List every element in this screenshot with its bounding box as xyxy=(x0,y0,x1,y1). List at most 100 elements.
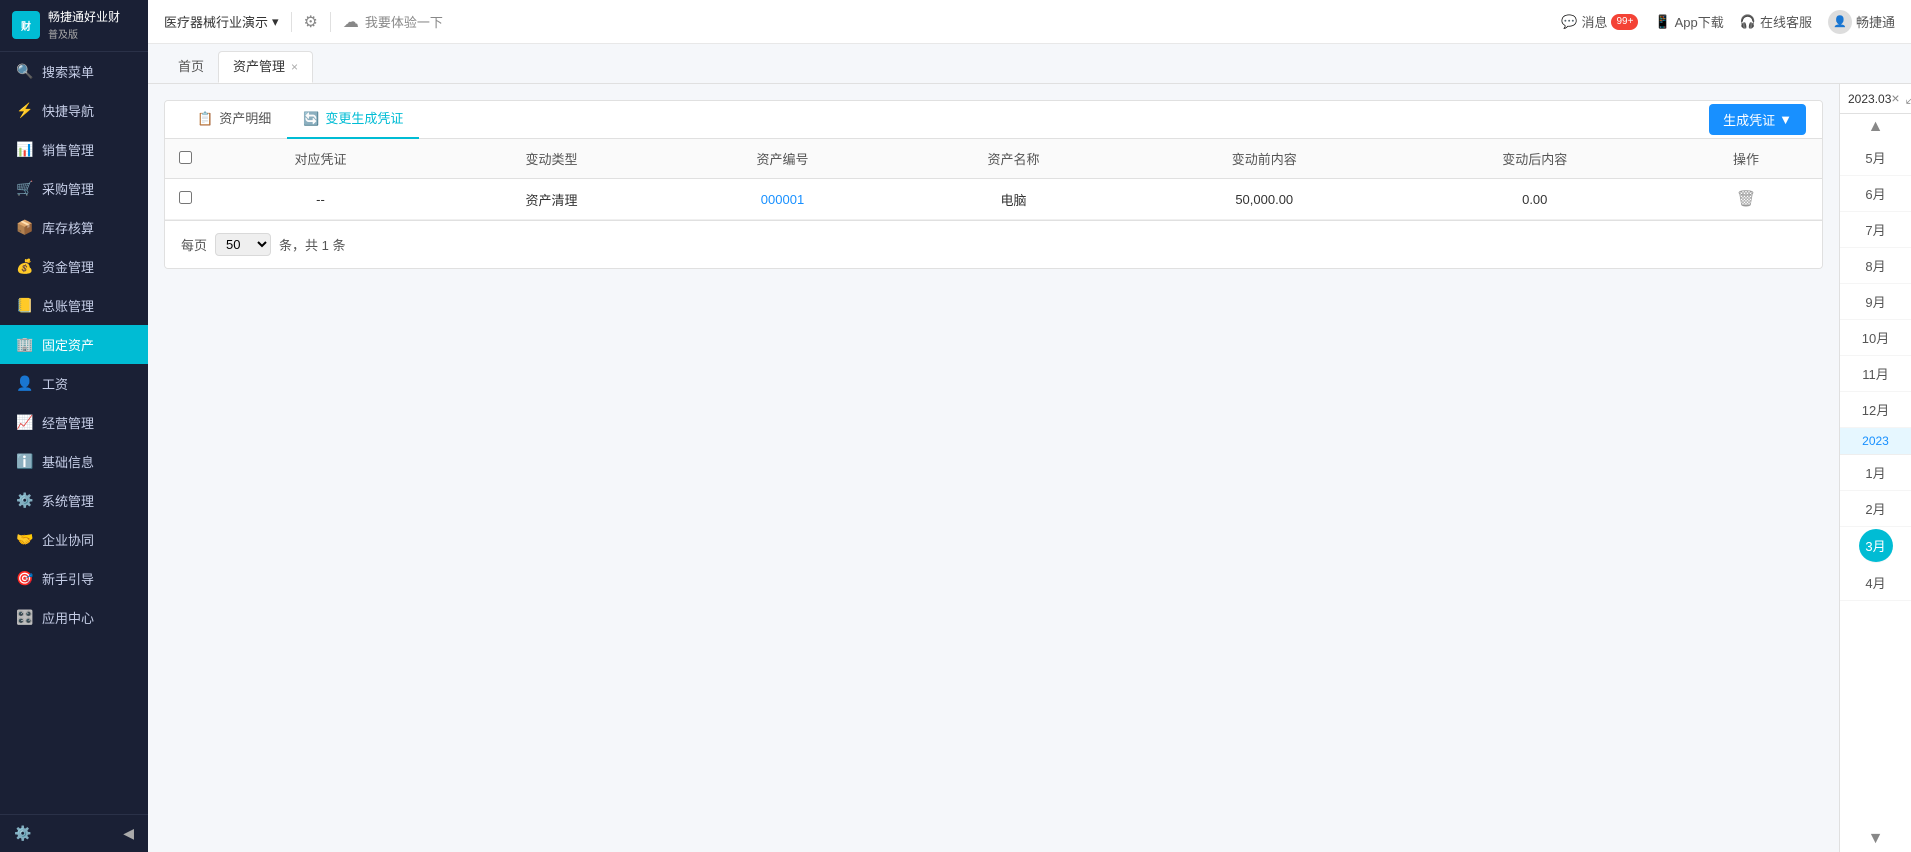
calendar-expand-icon[interactable]: ⤢ xyxy=(1906,90,1911,107)
sidebar: 财 畅捷通好业财 普及版 🔍 搜索菜单 ⚡ 快捷导航 📊 销售管理 🛒 采购管理… xyxy=(0,0,148,852)
operations-icon: 📈 xyxy=(16,413,34,431)
calendar-year-label: 2023.03 xyxy=(1848,92,1891,106)
calendar-month-item[interactable]: 1月 xyxy=(1840,455,1911,491)
ledger-icon: 📒 xyxy=(16,296,34,314)
company-selector[interactable]: 医疗器械行业演示 ▾ xyxy=(164,12,279,31)
settings-icon[interactable]: ⚙️ xyxy=(14,825,31,842)
content-area: 📋 资产明细 🔄 变更生成凭证 生成凭证 ▼ xyxy=(148,84,1911,852)
headset-icon: 🎧 xyxy=(1740,14,1756,30)
calendar-month-item[interactable]: 7月 xyxy=(1840,212,1911,248)
calendar-month-item[interactable]: 6月 xyxy=(1840,176,1911,212)
sales-icon: 📊 xyxy=(16,140,34,158)
row-checkbox-cell xyxy=(165,179,205,220)
calendar-month-item[interactable]: 12月 xyxy=(1840,392,1911,428)
calendar-panel: 2023.03 × ⤢ ▲ 5月6月7月8月9月10月11月12月20231月2… xyxy=(1839,84,1911,852)
sidebar-item-label-guide: 新手引导 xyxy=(42,569,94,588)
sidebar-item-label-ledger: 总账管理 xyxy=(42,296,94,315)
sidebar-header: 财 畅捷通好业财 普及版 xyxy=(0,0,148,52)
tab-asset-management[interactable]: 资产管理 × xyxy=(218,51,313,83)
app-download-item[interactable]: 📱 App下载 xyxy=(1654,12,1723,31)
experience-btn[interactable]: ☁ 我要体验一下 xyxy=(343,12,443,32)
calendar-month-item[interactable]: 2月 xyxy=(1840,491,1911,527)
sidebar-item-system[interactable]: ⚙️ 系统管理 xyxy=(0,481,148,520)
sidebar-item-inventory[interactable]: 📦 库存核算 xyxy=(0,208,148,247)
row-checkbox-0[interactable] xyxy=(179,191,192,204)
per-page-label: 每页 xyxy=(181,235,207,254)
calendar-month-item[interactable]: 3月 xyxy=(1859,529,1893,563)
row-action: 🗑 xyxy=(1670,179,1822,220)
sidebar-item-payroll[interactable]: 👤 工资 xyxy=(0,364,148,403)
avatar: 👤 xyxy=(1828,10,1852,34)
system-icon: ⚙️ xyxy=(16,491,34,509)
calendar-month-item[interactable]: 8月 xyxy=(1840,248,1911,284)
sidebar-item-label-inventory: 库存核算 xyxy=(42,218,94,237)
topbar-right: 💬 消息 99+ 📱 App下载 🎧 在线客服 👤 畅捷通 xyxy=(1561,10,1895,34)
calendar-month-item[interactable]: 10月 xyxy=(1840,320,1911,356)
sidebar-item-label-fund: 资金管理 xyxy=(42,257,94,276)
online-service-label: 在线客服 xyxy=(1760,12,1812,31)
sidebar-item-purchase[interactable]: 🛒 采购管理 xyxy=(0,169,148,208)
inner-tabs: 📋 资产明细 🔄 变更生成凭证 xyxy=(181,101,419,138)
sidebar-nav: 🔍 搜索菜单 ⚡ 快捷导航 📊 销售管理 🛒 采购管理 📦 库存核算 💰 资金管… xyxy=(0,52,148,814)
user-item[interactable]: 👤 畅捷通 xyxy=(1828,10,1895,34)
row-before-change: 50,000.00 xyxy=(1129,179,1400,220)
sidebar-item-search[interactable]: 🔍 搜索菜单 xyxy=(0,52,148,91)
basic-info-icon: ℹ️ xyxy=(16,452,34,470)
sidebar-item-fund[interactable]: 💰 资金管理 xyxy=(0,247,148,286)
sidebar-item-apps[interactable]: 🎛️ 应用中心 xyxy=(0,598,148,637)
change-voucher-icon: 🔄 xyxy=(303,100,319,138)
tab-home[interactable]: 首页 xyxy=(164,51,218,83)
guide-icon: 🎯 xyxy=(16,569,34,587)
collapse-icon[interactable]: ◀ xyxy=(123,825,134,842)
sidebar-item-label-apps: 应用中心 xyxy=(42,608,94,627)
tab-asset-detail[interactable]: 📋 资产明细 xyxy=(181,101,287,139)
sidebar-item-guide[interactable]: 🎯 新手引导 xyxy=(0,559,148,598)
col-voucher: 对应凭证 xyxy=(205,139,436,179)
gear-icon[interactable]: ⚙ xyxy=(304,12,318,32)
inventory-icon: 📦 xyxy=(16,218,34,236)
sidebar-item-operations[interactable]: 📈 经营管理 xyxy=(0,403,148,442)
col-asset-code: 资产编号 xyxy=(667,139,898,179)
tab-bar: 首页 资产管理 × xyxy=(148,44,1911,84)
tab-close-icon[interactable]: × xyxy=(291,51,298,83)
cloud-icon: ☁ xyxy=(343,12,359,32)
asset-detail-icon: 📋 xyxy=(197,100,213,138)
calendar-nav-up[interactable]: ▲ xyxy=(1840,114,1911,140)
message-badge: 99+ xyxy=(1611,14,1638,30)
calendar-month-item[interactable]: 9月 xyxy=(1840,284,1911,320)
tab-change-voucher[interactable]: 🔄 变更生成凭证 xyxy=(287,101,419,139)
calendar-month-item[interactable]: 4月 xyxy=(1840,565,1911,601)
asset-detail-label: 资产明细 xyxy=(219,100,271,138)
calendar-month-item[interactable]: 11月 xyxy=(1840,356,1911,392)
topbar-divider-1 xyxy=(291,12,292,32)
generate-voucher-chevron-icon: ▼ xyxy=(1779,112,1792,127)
select-all-checkbox[interactable] xyxy=(179,151,192,164)
row-asset-name: 电脑 xyxy=(898,179,1129,220)
calendar-close-icon[interactable]: × xyxy=(1891,90,1899,107)
main-area: 医疗器械行业演示 ▾ ⚙ ☁ 我要体验一下 💬 消息 99+ 📱 App下载 🎧… xyxy=(148,0,1911,852)
col-action: 操作 xyxy=(1670,139,1822,179)
sidebar-item-cooperation[interactable]: 🤝 企业协同 xyxy=(0,520,148,559)
sidebar-item-sales[interactable]: 📊 销售管理 xyxy=(0,130,148,169)
sidebar-item-label-purchase: 采购管理 xyxy=(42,179,94,198)
row-after-change: 0.00 xyxy=(1400,179,1671,220)
calendar-header: 2023.03 × ⤢ xyxy=(1840,84,1911,114)
row-change-type: 资产清理 xyxy=(436,179,667,220)
sidebar-item-basic-info[interactable]: ℹ️ 基础信息 xyxy=(0,442,148,481)
table-card: 📋 资产明细 🔄 变更生成凭证 生成凭证 ▼ xyxy=(164,100,1823,269)
fixed-assets-icon: 🏢 xyxy=(16,335,34,353)
sidebar-item-ledger[interactable]: 📒 总账管理 xyxy=(0,286,148,325)
calendar-nav-down[interactable]: ▼ xyxy=(1840,826,1911,852)
per-page-select[interactable]: 50 10 20 100 xyxy=(215,233,271,256)
col-asset-name: 资产名称 xyxy=(898,139,1129,179)
message-icon: 💬 xyxy=(1561,14,1577,30)
sidebar-item-quick-nav[interactable]: ⚡ 快捷导航 xyxy=(0,91,148,130)
calendar-month-item[interactable]: 5月 xyxy=(1840,140,1911,176)
online-service-item[interactable]: 🎧 在线客服 xyxy=(1740,12,1812,31)
sidebar-item-fixed-assets[interactable]: 🏢 固定资产 xyxy=(0,325,148,364)
change-voucher-label: 变更生成凭证 xyxy=(325,100,403,138)
delete-icon[interactable]: 🗑 xyxy=(1736,191,1756,208)
topbar: 医疗器械行业演示 ▾ ⚙ ☁ 我要体验一下 💬 消息 99+ 📱 App下载 🎧… xyxy=(148,0,1911,44)
message-item[interactable]: 💬 消息 99+ xyxy=(1561,12,1638,31)
generate-voucher-button[interactable]: 生成凭证 ▼ xyxy=(1709,104,1806,135)
